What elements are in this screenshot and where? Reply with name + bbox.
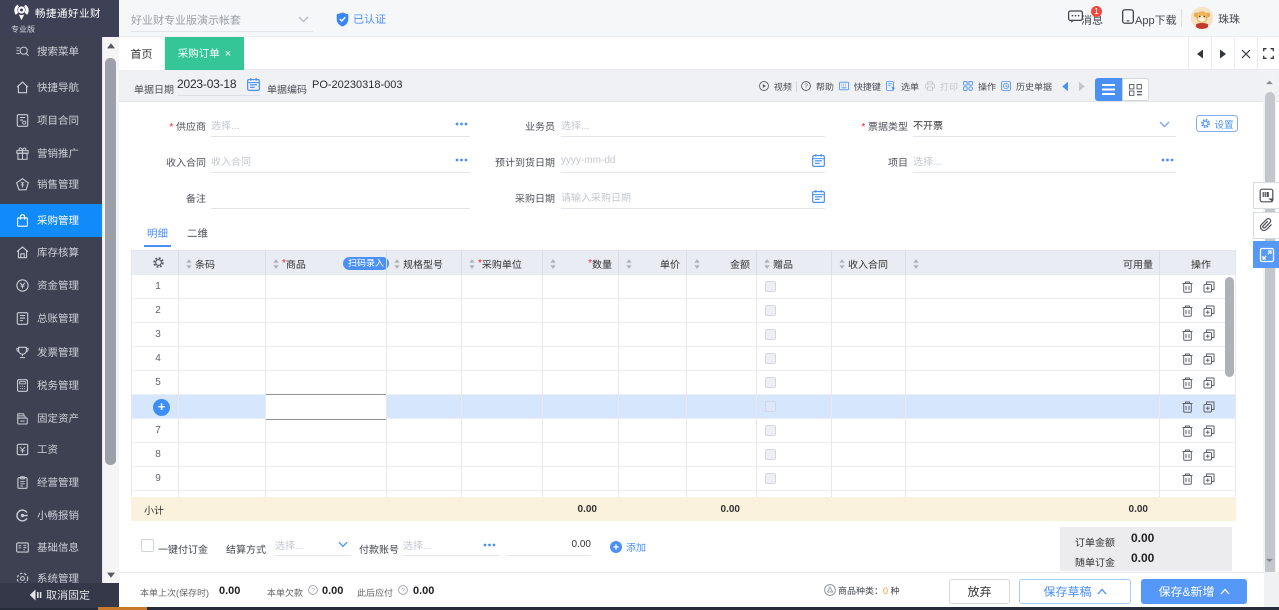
svg-text:?: ? xyxy=(311,587,315,594)
svg-text:?: ? xyxy=(804,83,808,90)
svg-text:?: ? xyxy=(401,587,405,594)
